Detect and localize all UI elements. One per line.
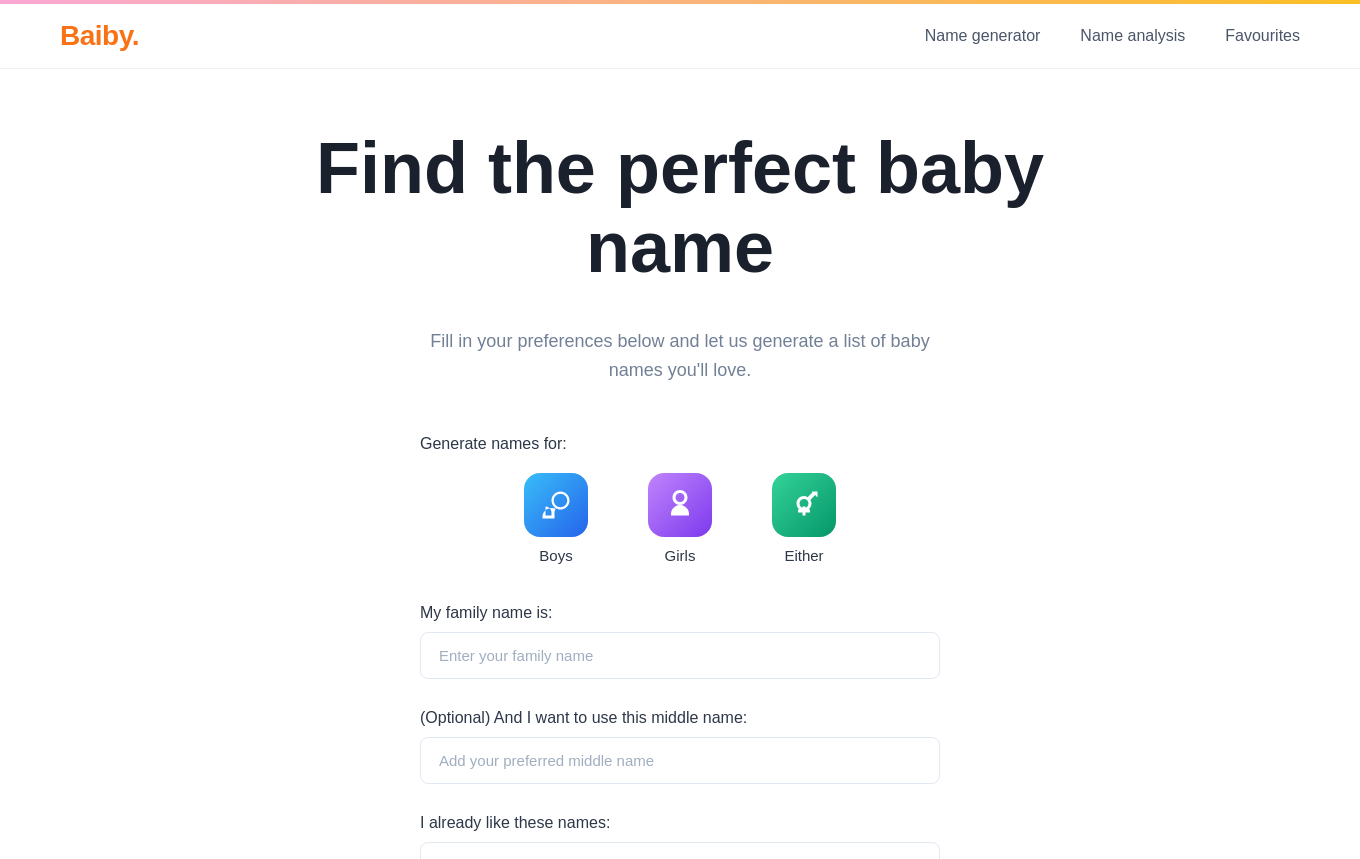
logo[interactable]: Baiby. [60,20,139,52]
gender-option-girls[interactable]: Girls [648,473,712,564]
boys-label: Boys [539,547,572,564]
either-icon-wrapper [772,473,836,537]
logo-text: Baiby [60,20,132,51]
girls-icon-wrapper [648,473,712,537]
either-icon [786,487,822,523]
gender-section-label: Generate names for: [420,435,940,453]
gender-option-boys[interactable]: Boys [524,473,588,564]
nav: Name generator Name analysis Favourites [925,27,1300,45]
hero-subtitle: Fill in your preferences below and let u… [420,327,940,385]
middle-name-group: (Optional) And I want to use this middle… [420,709,940,784]
main-content: Find the perfect baby name Fill in your … [250,69,1110,859]
female-icon [662,487,698,523]
boys-icon-wrapper [524,473,588,537]
liked-names-group: I already like these names: Select... ⌄ [420,814,940,859]
middle-name-input[interactable] [420,737,940,784]
family-name-label: My family name is: [420,604,940,622]
gender-options: Boys Girls Either [420,473,940,564]
logo-dot: . [132,20,139,51]
hero-title: Find the perfect baby name [270,129,1090,287]
girls-label: Girls [665,547,696,564]
either-label: Either [784,547,823,564]
family-name-input[interactable] [420,632,940,679]
nav-item-name-analysis[interactable]: Name analysis [1080,27,1185,45]
male-icon [538,487,574,523]
liked-names-select-wrapper: Select... ⌄ [420,842,940,859]
liked-names-label: I already like these names: [420,814,940,832]
liked-names-select[interactable]: Select... [420,842,940,859]
header: Baiby. Name generator Name analysis Favo… [0,4,1360,69]
form-section: Generate names for: Boys Girls [420,435,940,859]
family-name-group: My family name is: [420,604,940,679]
middle-name-label: (Optional) And I want to use this middle… [420,709,940,727]
nav-item-favourites[interactable]: Favourites [1225,27,1300,45]
nav-item-name-generator[interactable]: Name generator [925,27,1041,45]
gender-option-either[interactable]: Either [772,473,836,564]
